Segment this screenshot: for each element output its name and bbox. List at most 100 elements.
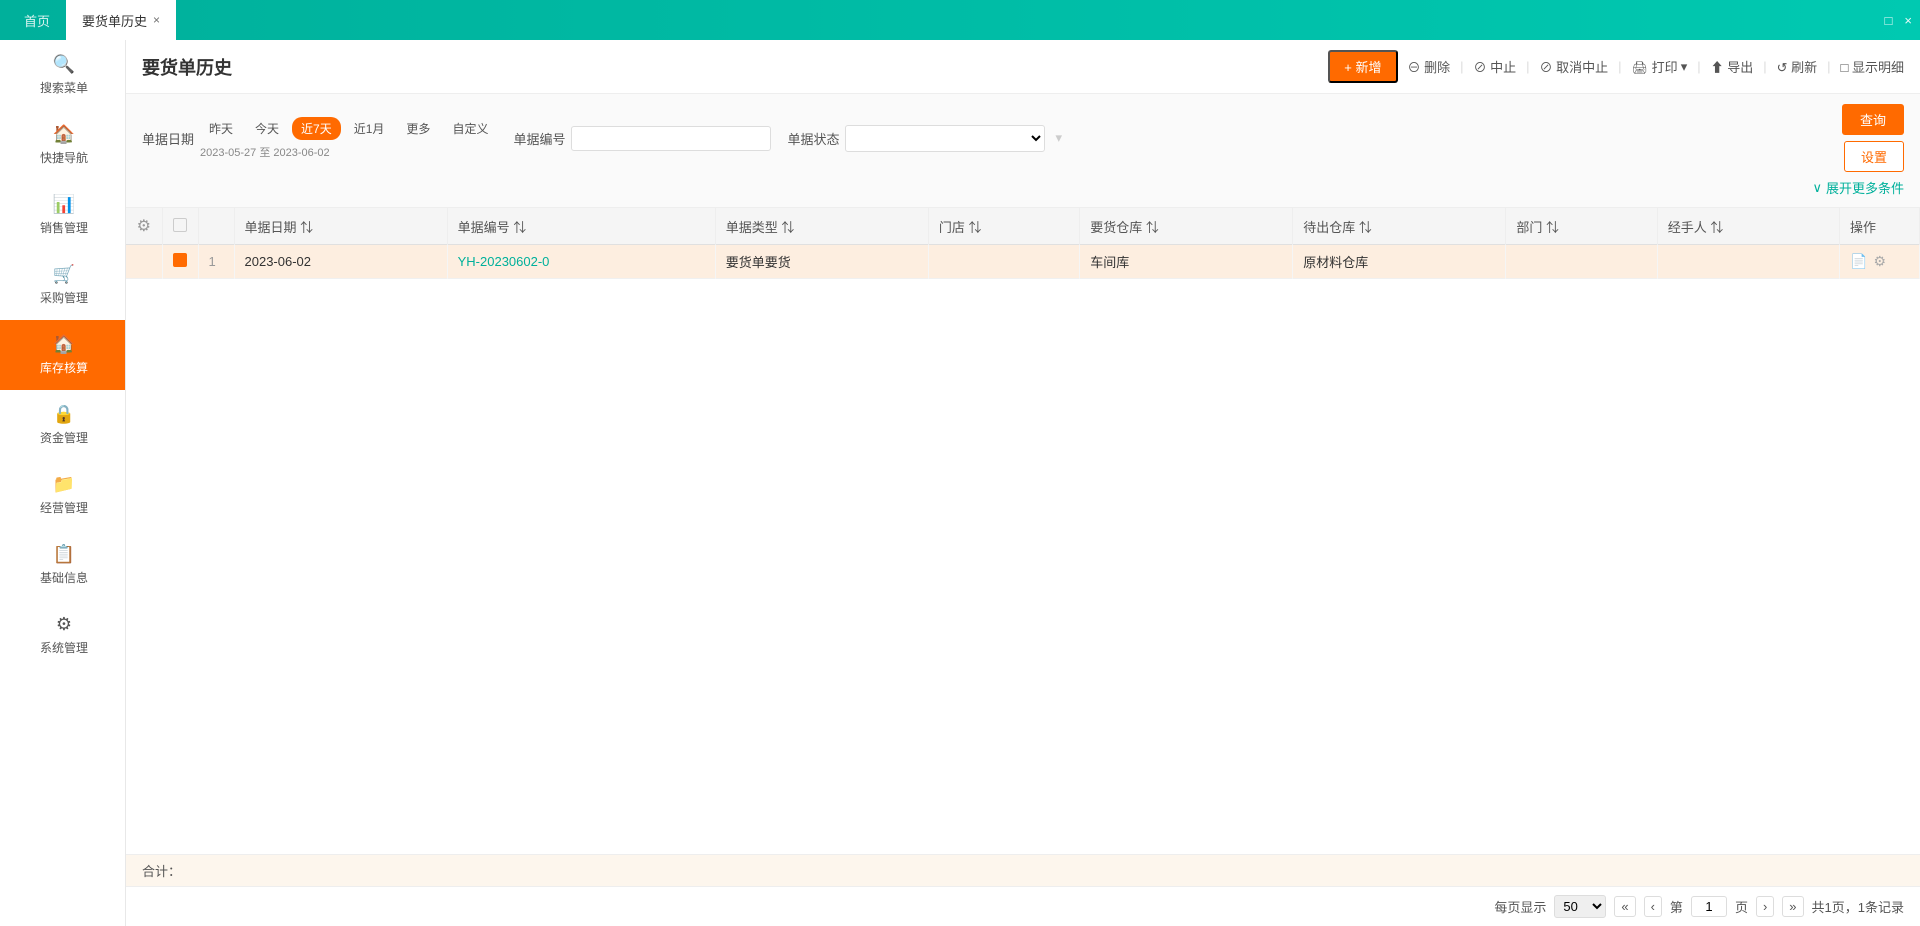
row-handler-cell <box>1657 245 1839 279</box>
row-actions-cell: 📄 ⚙ <box>1840 245 1920 279</box>
next-page-btn[interactable]: › <box>1756 896 1774 917</box>
row-more-icon[interactable]: ⚙ <box>1873 253 1886 270</box>
sidebar-item-search-menu[interactable]: 🔍 搜索菜单 <box>0 40 125 110</box>
divider5: | <box>1763 59 1766 74</box>
doc-number-label: 单据编号 <box>513 129 565 148</box>
divider6: | <box>1827 59 1830 74</box>
lock-icon: 🔒 <box>53 404 75 425</box>
col-doc-number-label: 单据编号 <box>458 220 510 235</box>
prev-page-btn[interactable]: ‹ <box>1644 896 1662 917</box>
sidebar-sales-label: 销售管理 <box>40 219 88 236</box>
quick-btn-1month[interactable]: 近1月 <box>345 117 394 140</box>
show-detail-label: □ 显示明细 <box>1841 57 1904 76</box>
content-area: 要货单历史 + 新增 ⊖ 删除 | ⊘ 中止 | ⊘ 取消中止 | 🖨 打印 ▾ <box>126 40 1920 926</box>
pagination-bar: 每页显示 50 10 20 100 « ‹ 第 页 › » 共1页，1条记录 <box>126 886 1920 926</box>
show-detail-button[interactable]: □ 显示明细 <box>1841 57 1904 76</box>
sidebar-item-finance[interactable]: 🔒 资金管理 <box>0 390 125 460</box>
page-label: 第 <box>1670 897 1683 916</box>
expand-conditions-btn[interactable]: ∨ 展开更多条件 <box>1812 178 1904 197</box>
sidebar-item-system[interactable]: ⚙ 系统管理 <box>0 600 125 670</box>
table-header-row: ⚙ 单据日期 ⇅ 单据编号 ⇅ 单据类型 ⇅ <box>126 208 1920 245</box>
new-button[interactable]: + 新增 <box>1328 50 1397 83</box>
filter-row: 单据日期 昨天 今天 近7天 近1月 更多 自定义 2023-05-27 至 2… <box>142 104 1904 172</box>
sidebar-search-label: 搜索菜单 <box>40 79 88 96</box>
doc-status-filter-group: 单据状态 ▾ <box>787 125 1826 152</box>
row-doc-type-cell: 要货单要货 <box>715 245 928 279</box>
row-settings-cell <box>126 245 162 279</box>
col-req-warehouse-label: 要货仓库 <box>1090 220 1142 235</box>
col-doc-type[interactable]: 单据类型 ⇅ <box>715 208 928 245</box>
col-department[interactable]: 部门 ⇅ <box>1506 208 1657 245</box>
col-store[interactable]: 门店 ⇅ <box>928 208 1079 245</box>
stop-button[interactable]: ⊘ 中止 <box>1474 57 1517 76</box>
page-number-input[interactable] <box>1691 896 1727 917</box>
toolbar: + 新增 ⊖ 删除 | ⊘ 中止 | ⊘ 取消中止 | 🖨 打印 ▾ | <box>1328 50 1904 83</box>
col-settings[interactable]: ⚙ <box>126 208 162 245</box>
row-store-cell <box>928 245 1079 279</box>
refresh-button[interactable]: ↺ 刷新 <box>1777 57 1818 76</box>
col-num <box>198 208 234 245</box>
chart-icon: 📊 <box>53 194 75 215</box>
export-button[interactable]: ⬆ 导出 <box>1711 57 1754 76</box>
doc-icon: 📋 <box>53 544 75 565</box>
refresh-label: ↺ 刷新 <box>1777 57 1818 76</box>
tab-requisition-history[interactable]: 要货单历史 × <box>66 0 176 40</box>
sidebar-item-basic-info[interactable]: 📋 基础信息 <box>0 530 125 600</box>
close-icon[interactable]: × <box>1904 13 1912 28</box>
sidebar-purchase-label: 采购管理 <box>40 289 88 306</box>
col-actions: 操作 <box>1840 208 1920 245</box>
col-doc-number[interactable]: 单据编号 ⇅ <box>447 208 715 245</box>
quick-btn-more[interactable]: 更多 <box>397 117 439 140</box>
quick-btn-custom[interactable]: 自定义 <box>443 117 497 140</box>
query-area: 查询 设置 <box>1842 104 1904 172</box>
col-handler[interactable]: 经手人 ⇅ <box>1657 208 1839 245</box>
tab-close-icon[interactable]: × <box>153 13 160 27</box>
row-edit-icon[interactable]: 📄 <box>1850 253 1867 270</box>
quick-btn-yesterday[interactable]: 昨天 <box>200 117 242 140</box>
first-page-btn[interactable]: « <box>1614 896 1635 917</box>
doc-number-input[interactable] <box>571 126 771 151</box>
sidebar-item-sales[interactable]: 📊 销售管理 <box>0 180 125 250</box>
cancel-stop-button[interactable]: ⊘ 取消中止 <box>1540 57 1609 76</box>
select-all-checkbox[interactable] <box>173 218 187 232</box>
row-doc-number-cell: YH-20230602-0 <box>447 245 715 279</box>
column-settings-icon[interactable]: ⚙ <box>137 218 151 235</box>
tab-home[interactable]: 首页 <box>8 0 66 40</box>
print-button[interactable]: 🖨 打印 ▾ <box>1632 57 1688 76</box>
data-table: ⚙ 单据日期 ⇅ 单据编号 ⇅ 单据类型 ⇅ <box>126 208 1920 279</box>
sidebar-system-label: 系统管理 <box>40 639 88 656</box>
divider2: | <box>1526 59 1529 74</box>
sidebar-item-inventory[interactable]: 🏠 库存核算 <box>0 320 125 390</box>
col-doc-date[interactable]: 单据日期 ⇅ <box>234 208 447 245</box>
row-num-cell: 1 <box>198 245 234 279</box>
date-filter-label: 单据日期 <box>142 129 194 148</box>
col-handler-label: 经手人 <box>1668 220 1707 235</box>
col-check <box>162 208 198 245</box>
date-filter-group: 单据日期 昨天 今天 近7天 近1月 更多 自定义 2023-05-27 至 2… <box>142 117 497 160</box>
col-pending-warehouse[interactable]: 待出仓库 ⇅ <box>1293 208 1506 245</box>
sidebar-item-operations[interactable]: 📁 经营管理 <box>0 460 125 530</box>
row-checkbox[interactable] <box>173 253 187 267</box>
filter-area: 单据日期 昨天 今天 近7天 近1月 更多 自定义 2023-05-27 至 2… <box>126 94 1920 208</box>
col-doc-type-label: 单据类型 <box>726 220 778 235</box>
delete-button[interactable]: ⊖ 删除 <box>1408 57 1451 76</box>
col-req-warehouse[interactable]: 要货仓库 ⇅ <box>1080 208 1293 245</box>
date-range-display: 2023-05-27 至 2023-06-02 <box>200 144 497 160</box>
date-quick-btns: 昨天 今天 近7天 近1月 更多 自定义 <box>200 117 497 140</box>
sidebar-inventory-label: 库存核算 <box>40 359 88 376</box>
quick-btn-7days[interactable]: 近7天 <box>292 117 341 140</box>
last-page-btn[interactable]: » <box>1782 896 1803 917</box>
query-button[interactable]: 查询 <box>1842 104 1904 135</box>
quick-btn-today[interactable]: 今天 <box>246 117 288 140</box>
doc-status-select[interactable] <box>845 125 1045 152</box>
sidebar-item-quick-nav[interactable]: 🏠 快捷导航 <box>0 110 125 180</box>
inventory-icon: 🏠 <box>53 334 75 355</box>
doc-number-link[interactable]: YH-20230602-0 <box>458 254 550 269</box>
sidebar-item-purchase[interactable]: 🛒 采购管理 <box>0 250 125 320</box>
doc-status-label: 单据状态 <box>787 129 839 148</box>
setting-button[interactable]: 设置 <box>1844 141 1904 172</box>
restore-icon[interactable]: □ <box>1885 13 1893 28</box>
per-page-select[interactable]: 50 10 20 100 <box>1554 895 1606 918</box>
col-store-label: 门店 <box>939 220 965 235</box>
col-pending-warehouse-label: 待出仓库 <box>1303 220 1355 235</box>
